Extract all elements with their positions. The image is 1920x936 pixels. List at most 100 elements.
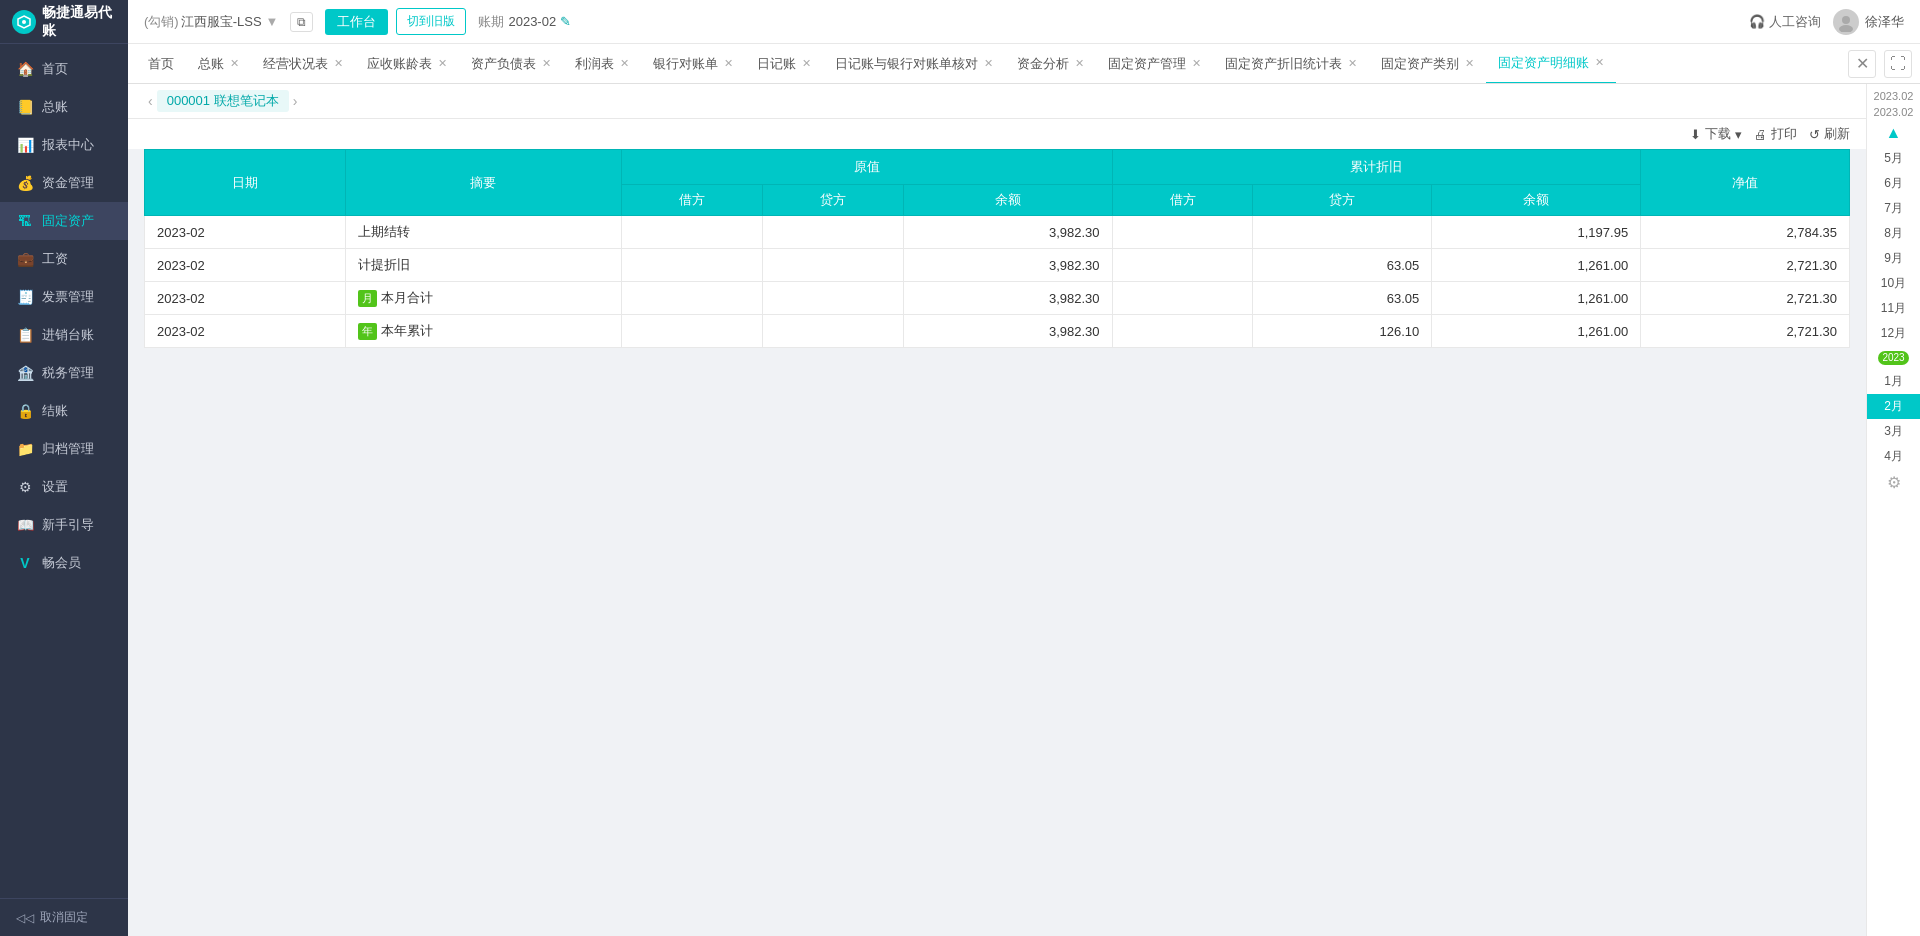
- period-value: 2023-02: [508, 14, 556, 29]
- time-month-2[interactable]: 2月: [1867, 394, 1920, 419]
- sidebar: 畅捷通易代账 🏠 首页 📒 总账 📊 报表中心 💰 资金管理 🏗 固定资产 💼 …: [0, 0, 128, 936]
- user-menu[interactable]: 徐泽华: [1833, 9, 1904, 35]
- unpin-button[interactable]: ◁◁ 取消固定: [0, 898, 128, 936]
- sidebar-item-guide-label: 新手引导: [42, 516, 94, 534]
- cell-net: 2,784.35: [1641, 216, 1850, 249]
- refresh-icon: ↺: [1809, 127, 1820, 142]
- tab-journal[interactable]: 日记账 ✕: [745, 44, 823, 84]
- close-all-tabs-button[interactable]: ✕: [1848, 50, 1876, 78]
- time-month-5[interactable]: 5月: [1867, 146, 1920, 171]
- tab-business-close[interactable]: ✕: [334, 57, 343, 70]
- col-orig-balance: 余额: [903, 185, 1112, 216]
- tab-fixed-assets-mgmt[interactable]: 固定资产管理 ✕: [1096, 44, 1213, 84]
- tab-funds-analysis-close[interactable]: ✕: [1075, 57, 1084, 70]
- tab-funds-analysis[interactable]: 资金分析 ✕: [1005, 44, 1096, 84]
- maximize-button[interactable]: ⛶: [1884, 50, 1912, 78]
- tab-journal-reconcile[interactable]: 日记账与银行对账单核对 ✕: [823, 44, 1005, 84]
- sidebar-item-settings[interactable]: ⚙ 设置: [0, 468, 128, 506]
- sub-nav-prev[interactable]: ‹: [144, 93, 157, 109]
- sidebar-item-home[interactable]: 🏠 首页: [0, 50, 128, 88]
- sidebar-item-membership[interactable]: V 畅会员: [0, 544, 128, 582]
- tab-receivable-close[interactable]: ✕: [438, 57, 447, 70]
- svg-point-1: [1842, 16, 1850, 24]
- asset-breadcrumb[interactable]: 000001 联想笔记本: [157, 90, 289, 112]
- sidebar-item-close-account[interactable]: 🔒 结账: [0, 392, 128, 430]
- col-acc-balance: 余额: [1432, 185, 1641, 216]
- table-row[interactable]: 2023-02 月本月合计 3,982.30 63.05 1,261.00 2,…: [145, 282, 1850, 315]
- tab-fixed-assets-detail-close[interactable]: ✕: [1595, 56, 1604, 69]
- print-button[interactable]: 🖨 打印: [1754, 125, 1797, 143]
- time-up-button[interactable]: ▲: [1882, 120, 1906, 146]
- cell-summary: 年本年累计: [345, 315, 621, 348]
- tab-fixed-assets-category[interactable]: 固定资产类别 ✕: [1369, 44, 1486, 84]
- table-row[interactable]: 2023-02 上期结转 3,982.30 1,197.95 2,784.35: [145, 216, 1850, 249]
- tab-fixed-assets-category-close[interactable]: ✕: [1465, 57, 1474, 70]
- time-month-3[interactable]: 3月: [1867, 419, 1920, 444]
- ledger-icon: 📒: [16, 99, 34, 115]
- cell-acc-balance: 1,261.00: [1432, 315, 1641, 348]
- sidebar-item-archive[interactable]: 📁 归档管理: [0, 430, 128, 468]
- sidebar-item-tax[interactable]: 🏦 税务管理: [0, 354, 128, 392]
- sidebar-item-ledger[interactable]: 📒 总账: [0, 88, 128, 126]
- company-selector[interactable]: (勾销) 江西服宝-LSS ▼: [144, 13, 278, 31]
- tab-fixed-assets-detail[interactable]: 固定资产明细账 ✕: [1486, 44, 1616, 84]
- workbench-button[interactable]: 工作台: [325, 9, 388, 35]
- download-button[interactable]: ⬇ 下载 ▾: [1690, 125, 1742, 143]
- support-button[interactable]: 🎧 人工咨询: [1749, 13, 1821, 31]
- tab-ledger[interactable]: 总账 ✕: [186, 44, 251, 84]
- table-row[interactable]: 2023-02 计提折旧 3,982.30 63.05 1,261.00 2,7…: [145, 249, 1850, 282]
- tab-fixed-assets-mgmt-label: 固定资产管理: [1108, 55, 1186, 73]
- asset-code: 000001: [167, 93, 210, 108]
- tab-bank-statement[interactable]: 银行对账单 ✕: [641, 44, 745, 84]
- time-month-4[interactable]: 4月: [1867, 444, 1920, 469]
- tab-ledger-close[interactable]: ✕: [230, 57, 239, 70]
- tab-business[interactable]: 经营状况表 ✕: [251, 44, 355, 84]
- sidebar-item-fixed-assets[interactable]: 🏗 固定资产: [0, 202, 128, 240]
- sidebar-item-close-account-label: 结账: [42, 402, 68, 420]
- refresh-button[interactable]: ↺ 刷新: [1809, 125, 1850, 143]
- time-month-8[interactable]: 8月: [1867, 221, 1920, 246]
- tab-fixed-assets-mgmt-close[interactable]: ✕: [1192, 57, 1201, 70]
- col-accumulated: 累计折旧: [1112, 150, 1641, 185]
- period-edit-icon[interactable]: ✎: [560, 14, 571, 29]
- sidebar-item-invoice[interactable]: 🧾 发票管理: [0, 278, 128, 316]
- tab-bank-statement-close[interactable]: ✕: [724, 57, 733, 70]
- tab-profit[interactable]: 利润表 ✕: [563, 44, 641, 84]
- app-logo: 畅捷通易代账: [0, 0, 128, 44]
- sidebar-item-funds[interactable]: 💰 资金管理: [0, 164, 128, 202]
- content-toolbar: ⬇ 下载 ▾ 🖨 打印 ↺ 刷新: [128, 119, 1866, 149]
- oldver-button[interactable]: 切到旧版: [396, 8, 466, 35]
- print-label: 打印: [1771, 125, 1797, 143]
- tab-depreciation-stats[interactable]: 固定资产折旧统计表 ✕: [1213, 44, 1369, 84]
- tab-balance-sheet-close[interactable]: ✕: [542, 57, 551, 70]
- sidebar-item-salary[interactable]: 💼 工资: [0, 240, 128, 278]
- sidebar-item-invoice-label: 发票管理: [42, 288, 94, 306]
- time-month-7[interactable]: 7月: [1867, 196, 1920, 221]
- table-row[interactable]: 2023-02 年本年累计 3,982.30 126.10 1,261.00 2…: [145, 315, 1850, 348]
- time-month-11[interactable]: 11月: [1867, 296, 1920, 321]
- time-month-12[interactable]: 12月: [1867, 321, 1920, 346]
- tab-balance-sheet[interactable]: 资产负债表 ✕: [459, 44, 563, 84]
- time-settings-button[interactable]: ⚙: [1883, 469, 1905, 496]
- time-month-6[interactable]: 6月: [1867, 171, 1920, 196]
- tab-journal-close[interactable]: ✕: [802, 57, 811, 70]
- sidebar-item-reports[interactable]: 📊 报表中心: [0, 126, 128, 164]
- col-orig-credit: 贷方: [762, 185, 903, 216]
- tab-profit-close[interactable]: ✕: [620, 57, 629, 70]
- funds-icon: 💰: [16, 175, 34, 191]
- copy-button[interactable]: ⧉: [290, 12, 313, 32]
- tab-ledger-label: 总账: [198, 55, 224, 73]
- tab-receivable[interactable]: 应收账龄表 ✕: [355, 44, 459, 84]
- logo-icon: [12, 10, 36, 34]
- sidebar-item-guide[interactable]: 📖 新手引导: [0, 506, 128, 544]
- support-label: 人工咨询: [1769, 13, 1821, 31]
- time-month-10[interactable]: 10月: [1867, 271, 1920, 296]
- tab-journal-reconcile-close[interactable]: ✕: [984, 57, 993, 70]
- sub-nav-next[interactable]: ›: [289, 93, 302, 109]
- time-month-9[interactable]: 9月: [1867, 246, 1920, 271]
- content-area: ‹ 000001 联想笔记本 › ⬇ 下载 ▾ 🖨 打印: [128, 84, 1920, 936]
- sidebar-item-purchase-sales[interactable]: 📋 进销台账: [0, 316, 128, 354]
- time-month-1[interactable]: 1月: [1867, 369, 1920, 394]
- tab-depreciation-stats-close[interactable]: ✕: [1348, 57, 1357, 70]
- tab-home[interactable]: 首页: [136, 44, 186, 84]
